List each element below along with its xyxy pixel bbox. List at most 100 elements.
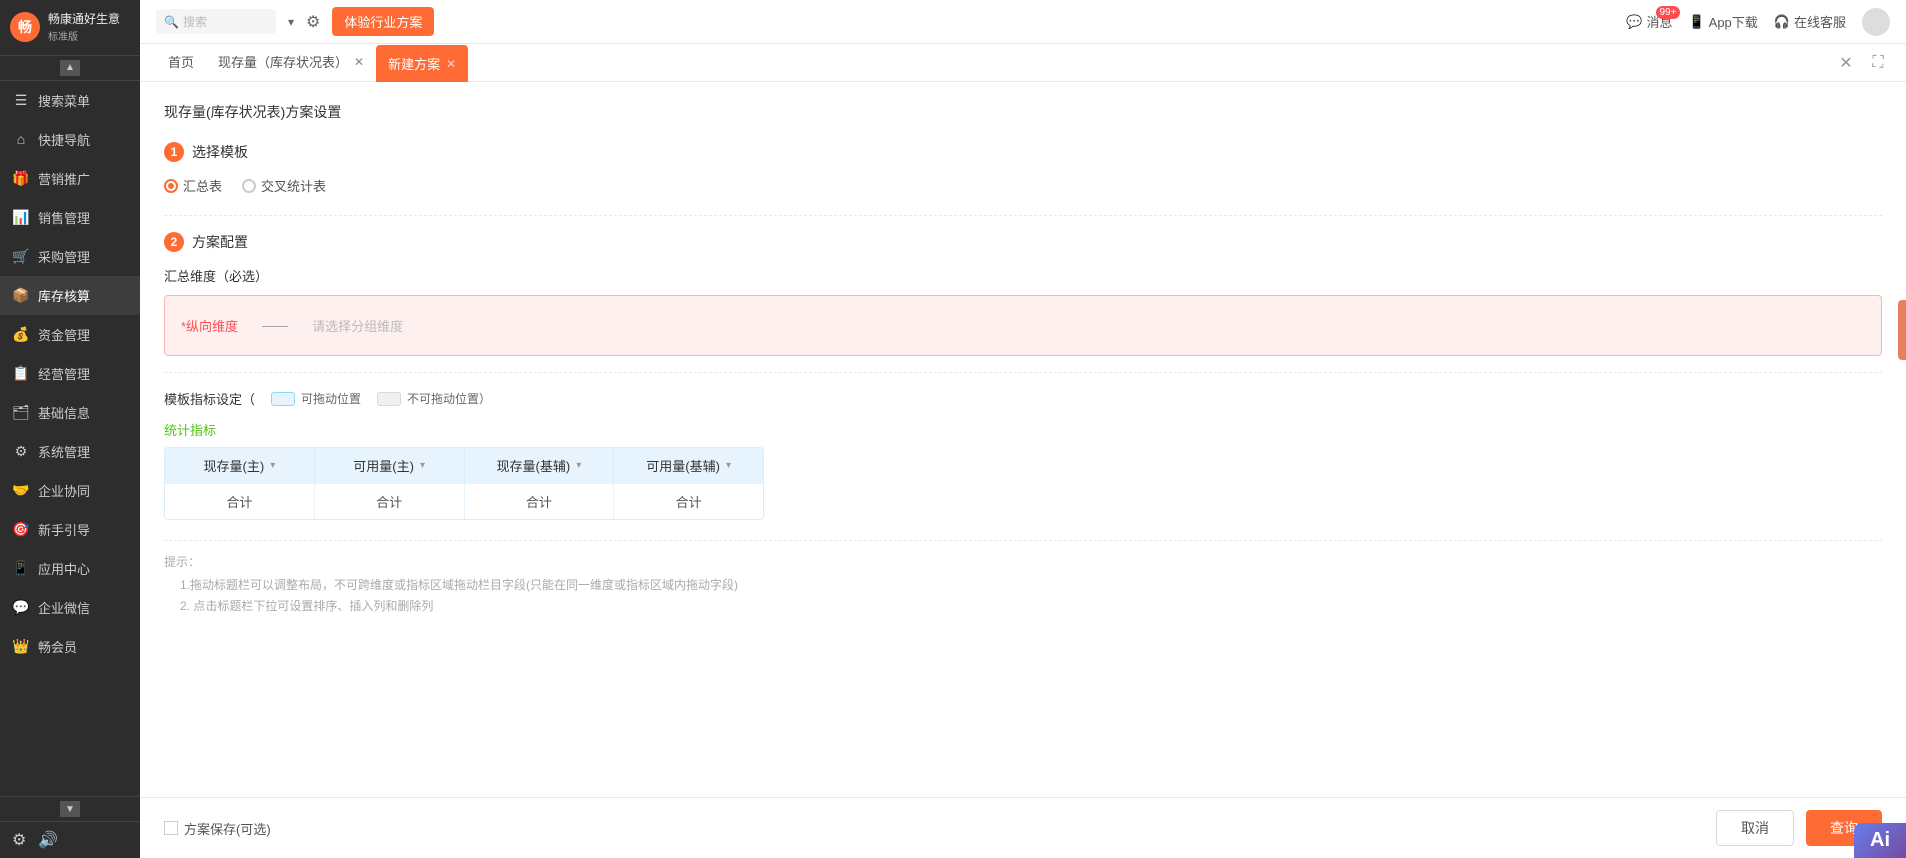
sidebar-item-wechat[interactable]: 💬 企业微信 [0, 588, 140, 627]
sidebar-item-search-menu[interactable]: ☰ 搜索菜单 [0, 81, 140, 120]
sidebar-item-guide[interactable]: 🎯 新手引导 [0, 510, 140, 549]
message-icon: 💬 [1626, 14, 1642, 30]
service-button[interactable]: 🎧 在线客服 [1774, 12, 1846, 31]
topbar: 🔍 搜索 ▾ ⚙ 体验行业方案 💬 消息 99+ 📱 App下载 🎧 在线客服 [140, 0, 1906, 44]
stats-title: 统计指标 [164, 420, 1882, 439]
legend-draggable: 可拖动位置 [271, 390, 361, 407]
sidebar-item-management[interactable]: 📋 经营管理 [0, 354, 140, 393]
col-chevron-1[interactable]: ▾ [420, 460, 425, 471]
template-radio-group: 汇总表 交叉统计表 [164, 176, 1882, 195]
cancel-button[interactable]: 取消 [1716, 810, 1794, 846]
mobile-icon: 📱 [12, 559, 30, 577]
tab-new-scheme[interactable]: 新建方案 ✕ [376, 45, 468, 83]
stats-table-header-row: 现存量(主) ▾ 可用量(主) ▾ 现存量(基辅) ▾ [165, 448, 763, 483]
sidebar-item-member[interactable]: 👑 畅会员 [0, 627, 140, 666]
sidebar-item-label: 基础信息 [38, 403, 90, 422]
sidebar-item-quick-nav[interactable]: ⌂ 快捷导航 [0, 120, 140, 159]
box-icon: 📦 [12, 286, 30, 304]
stats-col-header-1[interactable]: 可用量(主) ▾ [315, 448, 465, 483]
sidebar-item-label: 新手引导 [38, 520, 90, 539]
message-button[interactable]: 💬 消息 99+ [1626, 12, 1672, 31]
stats-col-header-0[interactable]: 现存量(主) ▾ [165, 448, 315, 483]
radio-cross-table[interactable]: 交叉统计表 [242, 176, 326, 195]
sidebar-item-label: 企业微信 [38, 598, 90, 617]
panel-close-button[interactable]: ✕ [1834, 51, 1858, 75]
radio-cross-circle [242, 179, 256, 193]
sidebar-item-label: 搜索菜单 [38, 91, 90, 110]
sidebar-item-app-center[interactable]: 📱 应用中心 [0, 549, 140, 588]
user-avatar[interactable] [1862, 8, 1890, 36]
service-icon: 🎧 [1774, 14, 1790, 30]
page-title: 现存量(库存状况表)方案设置 [164, 102, 1882, 122]
tab-inventory-close[interactable]: ✕ [354, 55, 364, 69]
tab-home[interactable]: 首页 [156, 44, 206, 82]
sidebar-scroll-up[interactable]: ▲ [60, 60, 80, 76]
sidebar-item-label: 资金管理 [38, 325, 90, 344]
main-area: 🔍 搜索 ▾ ⚙ 体验行业方案 💬 消息 99+ 📱 App下载 🎧 在线客服 [140, 0, 1906, 858]
sidebar-scroll-down[interactable]: ▼ [60, 801, 80, 817]
sidebar-item-inventory[interactable]: 📦 库存核算 [0, 276, 140, 315]
sidebar-item-purchase[interactable]: 🛒 采购管理 [0, 237, 140, 276]
sidebar-item-label: 营销推广 [38, 169, 90, 188]
right-scroll-hint [1898, 300, 1906, 360]
chart-icon: 📊 [12, 208, 30, 226]
save-scheme-checkbox[interactable] [164, 821, 178, 835]
sidebar-item-label: 采购管理 [38, 247, 90, 266]
tab-new-scheme-close[interactable]: ✕ [446, 57, 456, 71]
col-chevron-3[interactable]: ▾ [726, 460, 731, 471]
topbar-dropdown[interactable]: ▾ [288, 15, 294, 29]
section1-num: 1 [164, 142, 184, 162]
content-area: 现存量(库存状况表)方案设置 1 选择模板 汇总表 交叉统计表 [140, 82, 1906, 797]
stats-col-header-3[interactable]: 可用量(基辅) ▾ [614, 448, 763, 483]
sidebar-item-label: 企业协同 [38, 481, 90, 500]
topbar-search[interactable]: 🔍 搜索 [156, 9, 276, 34]
sidebar-item-label: 经营管理 [38, 364, 90, 383]
save-scheme-checkbox-row: 方案保存(可选) [164, 819, 271, 838]
radio-summary-table[interactable]: 汇总表 [164, 176, 222, 195]
home-icon: ⌂ [12, 130, 30, 148]
stats-cell-0-3: 合计 [614, 484, 763, 519]
sidebar-item-label: 畅会员 [38, 637, 77, 656]
content-inner: 现存量(库存状况表)方案设置 1 选择模板 汇总表 交叉统计表 [140, 82, 1906, 797]
trial-button[interactable]: 体验行业方案 [332, 7, 434, 36]
sidebar-item-finance[interactable]: 💰 资金管理 [0, 315, 140, 354]
col-chevron-2[interactable]: ▾ [576, 460, 581, 471]
stats-table-data-row-0: 合计 合计 合计 合计 [165, 483, 763, 519]
stats-cell-0-0: 合计 [165, 484, 315, 519]
sidebar-nav: ☰ 搜索菜单 ⌂ 快捷导航 🎁 营销推广 📊 销售管理 🛒 采购管理 📦 库存核… [0, 81, 140, 796]
sidebar-item-base-info[interactable]: 🗂 基础信息 [0, 393, 140, 432]
sidebar-item-label: 应用中心 [38, 559, 90, 578]
stats-col-header-2[interactable]: 现存量(基辅) ▾ [465, 448, 615, 483]
sidebar-item-marketing[interactable]: 🎁 营销推广 [0, 159, 140, 198]
search-menu-icon: ☰ [12, 91, 30, 109]
dimension-label: 汇总维度（必选） [164, 266, 1882, 285]
handshake-icon: 🤝 [12, 481, 30, 499]
logo-tag: 标准版 [48, 28, 120, 43]
sidebar: 畅 畅康通好生意 标准版 ▲ ☰ 搜索菜单 ⌂ 快捷导航 🎁 营销推广 📊 销售… [0, 0, 140, 858]
tabs-bar: 首页 现存量（库存状况表） ✕ 新建方案 ✕ ✕ ⛶ [140, 44, 1906, 82]
money-icon: 💰 [12, 325, 30, 343]
legend-non-draggable-label: 不可拖动位置） [407, 390, 491, 407]
sidebar-item-sales[interactable]: 📊 销售管理 [0, 198, 140, 237]
topbar-gear-icon[interactable]: ⚙ [306, 12, 320, 32]
folder-icon: 🗂 [12, 403, 30, 421]
section-divider-2 [164, 372, 1882, 373]
sidebar-item-system[interactable]: ⚙ 系统管理 [0, 432, 140, 471]
logo-icon: 畅 [10, 12, 40, 42]
ai-badge[interactable]: Ai [1854, 823, 1906, 858]
cart-icon: 🛒 [12, 247, 30, 265]
dimension-placeholder[interactable]: 请选择分组维度 [312, 316, 403, 335]
section-divider-1 [164, 215, 1882, 216]
section2-header: 2 方案配置 [164, 232, 1882, 252]
col-label-0: 现存量(主) [204, 456, 265, 475]
settings-icon[interactable]: ⚙ [12, 830, 26, 850]
panel-expand-button[interactable]: ⛶ [1866, 51, 1890, 75]
audio-icon[interactable]: 🔊 [38, 830, 58, 850]
legend-draggable-box [271, 392, 295, 406]
tab-inventory-status[interactable]: 现存量（库存状况表） ✕ [206, 44, 376, 82]
app-download-button[interactable]: 📱 App下载 [1688, 12, 1757, 31]
bottom-bar: 方案保存(可选) 取消 查询 [140, 797, 1906, 858]
legend-draggable-label: 可拖动位置 [301, 390, 361, 407]
col-chevron-0[interactable]: ▾ [270, 460, 275, 471]
sidebar-item-collab[interactable]: 🤝 企业协同 [0, 471, 140, 510]
